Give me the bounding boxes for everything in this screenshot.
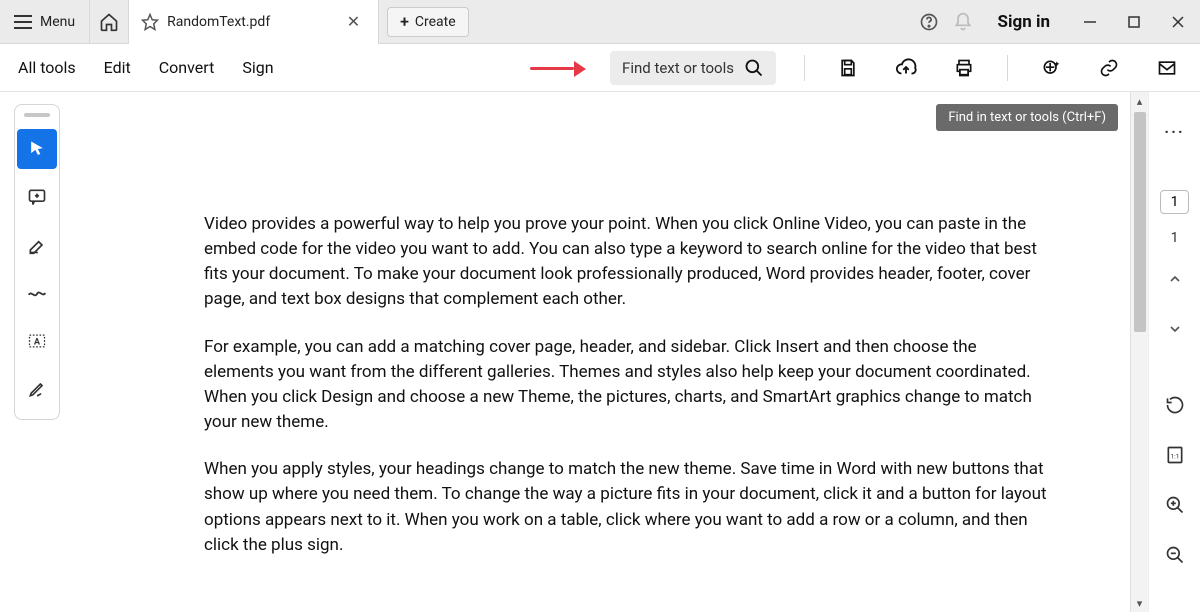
- comment-tool[interactable]: [17, 177, 57, 217]
- draw-icon: [26, 282, 48, 304]
- sign-link[interactable]: Sign: [242, 58, 273, 77]
- chevron-up-icon: [1167, 271, 1183, 287]
- menu-button[interactable]: Menu: [0, 14, 89, 30]
- hamburger-icon: [14, 15, 32, 29]
- right-toolbar: ··· 1 1 1:1: [1148, 92, 1200, 612]
- tab-title: RandomText.pdf: [167, 14, 333, 30]
- highlight-tool[interactable]: [17, 225, 57, 265]
- main-toolbar: All tools Edit Convert Sign Find text or…: [0, 44, 1200, 92]
- save-button[interactable]: [833, 53, 863, 83]
- rotate-icon: [1165, 395, 1185, 415]
- search-icon: [744, 58, 764, 78]
- window-maximize[interactable]: [1112, 0, 1156, 44]
- close-icon: [1171, 15, 1185, 29]
- document-area[interactable]: Find in text or tools (Ctrl+F) Video pro…: [70, 92, 1130, 612]
- convert-link[interactable]: Convert: [159, 58, 215, 77]
- document-tab[interactable]: RandomText.pdf ✕: [129, 0, 379, 44]
- zoom-out-icon: [1165, 545, 1185, 565]
- scroll-up-icon[interactable]: ▴: [1137, 92, 1143, 110]
- cursor-icon: [27, 139, 47, 159]
- rotate-button[interactable]: [1158, 388, 1192, 422]
- find-box[interactable]: Find text or tools: [610, 51, 776, 85]
- help-button[interactable]: [912, 0, 946, 44]
- create-button[interactable]: + Create: [387, 7, 469, 37]
- window-minimize[interactable]: [1068, 0, 1112, 44]
- annotation-arrow: [530, 59, 586, 77]
- page-total: 1: [1171, 230, 1179, 246]
- chevron-down-icon: [1167, 321, 1183, 337]
- zoom-in-icon: [1165, 495, 1185, 515]
- print-icon: [954, 58, 974, 78]
- highlight-icon: [27, 235, 47, 255]
- svg-text:A: A: [34, 337, 41, 347]
- sign-tool[interactable]: [17, 369, 57, 409]
- notifications-button[interactable]: [946, 0, 980, 44]
- scroll-thumb[interactable]: [1134, 112, 1146, 332]
- pen-icon: [27, 379, 47, 399]
- textbox-tool[interactable]: A: [17, 321, 57, 361]
- mail-icon: [1157, 58, 1177, 78]
- print-button[interactable]: [949, 53, 979, 83]
- window-close[interactable]: [1156, 0, 1200, 44]
- help-icon: [919, 12, 939, 32]
- paragraph-3: When you apply styles, your headings cha…: [204, 457, 1050, 558]
- textbox-icon: A: [27, 331, 47, 351]
- find-tooltip: Find in text or tools (Ctrl+F): [936, 104, 1118, 131]
- star-icon: [141, 13, 159, 31]
- ai-button[interactable]: [1036, 53, 1066, 83]
- drag-handle[interactable]: [24, 113, 50, 117]
- cloud-upload-icon: [895, 57, 917, 79]
- page-down-button[interactable]: [1158, 312, 1192, 346]
- tab-close-button[interactable]: ✕: [341, 10, 366, 33]
- link-icon: [1099, 58, 1119, 78]
- scroll-down-icon[interactable]: ▾: [1137, 594, 1143, 612]
- left-toolbar: A: [0, 92, 70, 612]
- bell-icon: [953, 12, 973, 32]
- all-tools-link[interactable]: All tools: [18, 58, 76, 77]
- maximize-icon: [1127, 15, 1141, 29]
- titlebar: Menu RandomText.pdf ✕ + Create Sign in: [0, 0, 1200, 44]
- fit-button[interactable]: 1:1: [1158, 438, 1192, 472]
- paragraph-1: Video provides a powerful way to help yo…: [204, 212, 1050, 313]
- paragraph-2: For example, you can add a matching cove…: [204, 335, 1050, 436]
- zoom-in-button[interactable]: [1158, 488, 1192, 522]
- svg-text:1:1: 1:1: [1170, 452, 1179, 460]
- minimize-icon: [1083, 15, 1097, 29]
- comment-icon: [27, 187, 47, 207]
- tool-palette: A: [14, 104, 60, 420]
- cloud-button[interactable]: [891, 53, 921, 83]
- create-label: Create: [415, 14, 456, 30]
- vertical-scrollbar[interactable]: ▴ ▾: [1130, 92, 1148, 612]
- select-tool[interactable]: [17, 129, 57, 169]
- edit-link[interactable]: Edit: [104, 58, 131, 77]
- sparkle-icon: [1041, 58, 1061, 78]
- save-icon: [838, 58, 858, 78]
- fit-icon: 1:1: [1165, 445, 1185, 465]
- plus-icon: +: [400, 12, 409, 31]
- draw-tool[interactable]: [17, 273, 57, 313]
- page-number-input[interactable]: 1: [1160, 190, 1190, 214]
- home-button[interactable]: [89, 0, 129, 44]
- signin-button[interactable]: Sign in: [980, 12, 1068, 32]
- find-placeholder: Find text or tools: [622, 59, 734, 77]
- link-button[interactable]: [1094, 53, 1124, 83]
- page-content: Video provides a powerful way to help yo…: [70, 92, 1130, 558]
- body: A Find in text or tools (Ctrl+F) Video p…: [0, 92, 1200, 612]
- menu-label: Menu: [40, 14, 75, 30]
- zoom-out-button[interactable]: [1158, 538, 1192, 572]
- home-icon: [99, 12, 119, 32]
- mail-button[interactable]: [1152, 53, 1182, 83]
- more-button[interactable]: ···: [1158, 114, 1192, 148]
- page-up-button[interactable]: [1158, 262, 1192, 296]
